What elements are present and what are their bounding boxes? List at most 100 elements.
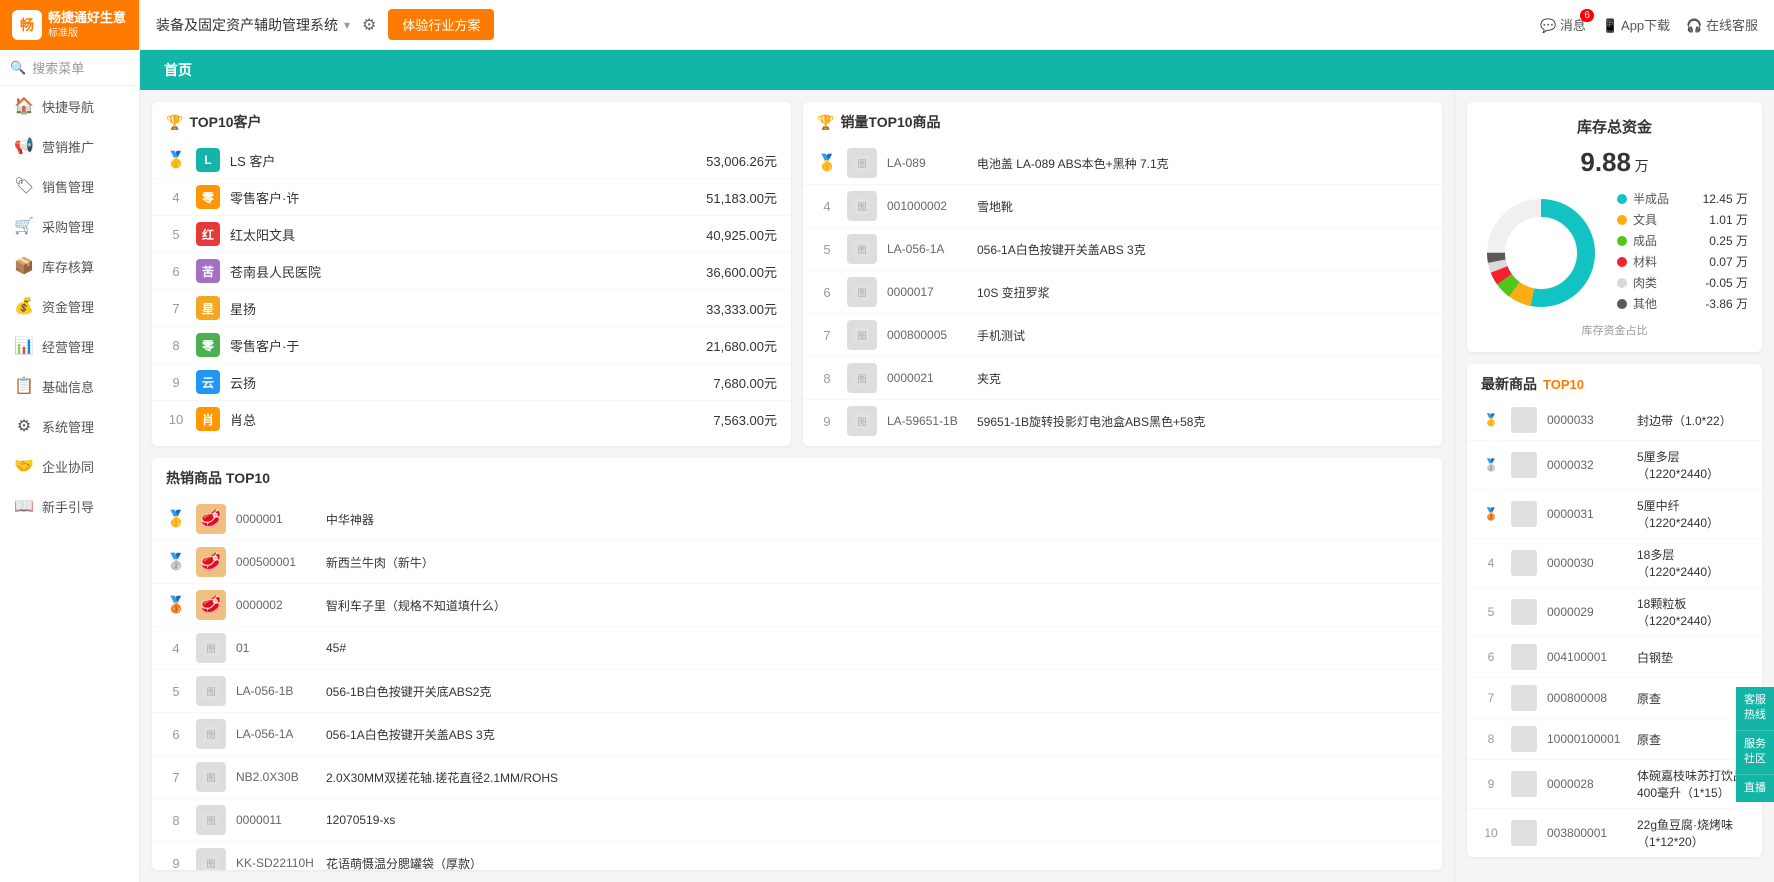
tab-home[interactable]: 首页: [156, 50, 200, 90]
customer-ranking-card: 🏆 TOP10客户 🥇 L LS 客户 53,006.26元 4 零 零售客户·…: [152, 102, 791, 446]
online-service-button[interactable]: 🎧 在线客服: [1686, 15, 1758, 34]
product-name: 花语萌慑温分腮罐袋（厚款）: [326, 855, 1428, 871]
new-product-item: 🥈 0000032 5厘多层（1220*2440）: [1467, 441, 1762, 490]
sidebar-item-base[interactable]: 📋 基础信息: [0, 366, 139, 406]
rank-number: 9: [1481, 777, 1501, 791]
search-label: 搜索菜单: [32, 58, 84, 77]
inventory-title: 库存总资金: [1481, 116, 1748, 137]
legend-value: -0.05 万: [1705, 274, 1748, 291]
sidebar-item-label: 采购管理: [42, 217, 94, 236]
cs-community-btn[interactable]: 服务社区: [1736, 731, 1774, 775]
cs-hotline-btn[interactable]: 客服热线: [1736, 687, 1774, 731]
hot-products-card: 热销商品 TOP10 🥇 🥩 0000001 中华神器 🥈 🥩 00050000…: [152, 458, 1442, 870]
sidebar-item-label: 企业协同: [42, 457, 94, 476]
message-button[interactable]: 💬 6 消息: [1540, 15, 1586, 34]
inventory-amount: 9.88: [1580, 147, 1631, 177]
product-item: 🥇 图 LA-089 电池盖 LA-089 ABS本色+黑种 7.1克: [803, 142, 1442, 185]
sidebar-item-label: 经营管理: [42, 337, 94, 356]
product-image: 🥩: [196, 590, 226, 620]
rank-number: 8: [166, 338, 186, 353]
system-name: 装备及固定资产辅助管理系统 ▾: [156, 15, 350, 35]
purchase-icon: 🛒: [14, 216, 34, 236]
product-name: 056-1B白色按键开关底ABS2克: [326, 683, 1428, 700]
sidebar-item-label: 快捷导航: [42, 97, 94, 116]
product-image: 图: [196, 676, 226, 706]
sidebar-item-purchase[interactable]: 🛒 采购管理: [0, 206, 139, 246]
rank-number: 4: [817, 199, 837, 214]
donut-svg: [1481, 193, 1601, 313]
inventory-total: 9.88 万: [1481, 147, 1748, 178]
product-item: 8 图 0000021 夹克: [803, 357, 1442, 400]
customer-ranking-header: 🏆 TOP10客户: [152, 102, 791, 138]
sidebar-item-operation[interactable]: 📊 经营管理: [0, 326, 139, 366]
cs-live-btn[interactable]: 直播: [1736, 775, 1774, 802]
product-image: 图: [196, 848, 226, 870]
sidebar-item-enterprise[interactable]: 🤝 企业协同: [0, 446, 139, 486]
product-image: 图: [847, 320, 877, 350]
logo-main: 畅捷通好生意: [48, 10, 126, 27]
product-image: 图: [847, 234, 877, 264]
customer-value: 33,333.00元: [706, 299, 777, 318]
inventory-icon: 📦: [14, 256, 34, 276]
new-product-item: 10 003800001 22g鱼豆腐·烧烤味（1*12*20）: [1467, 809, 1762, 857]
app-download-button[interactable]: 📱 App下载: [1602, 15, 1670, 34]
product-name: 12070519-xs: [326, 813, 1428, 827]
rank-number: 8: [817, 371, 837, 386]
product-image: 图: [196, 805, 226, 835]
product-name: 电池盖 LA-089 ABS本色+黑种 7.1克: [977, 155, 1428, 172]
new-product-item: 7 000800008 原查: [1467, 678, 1762, 719]
rank-number: 4: [166, 641, 186, 656]
product-code: LA-056-1A: [887, 242, 967, 256]
svg-text:图: 图: [857, 417, 866, 427]
legend-dot: [1617, 257, 1627, 267]
new-product-code: 0000031: [1547, 507, 1627, 521]
rank-number: 10: [1481, 826, 1501, 840]
new-product-name: 18多层（1220*2440）: [1637, 546, 1748, 580]
hot-product-item: 🥉 🥩 0000002 智利车子里（规格不知道填什么）: [152, 584, 1442, 627]
new-product-code: 0000033: [1547, 413, 1627, 427]
search-icon: 🔍: [10, 60, 26, 76]
logo-text: 畅捷通好生意 标准版: [48, 10, 126, 40]
ranking-item: 10 肖 肖总 7,563.00元: [152, 401, 791, 437]
rank-number: 5: [817, 242, 837, 257]
product-name: 056-1A白色按键开关盖ABS 3克: [977, 241, 1428, 258]
message-icon: 💬: [1540, 18, 1556, 33]
customer-name: 云扬: [230, 373, 703, 392]
sidebar-item-finance[interactable]: 💰 资金管理: [0, 286, 139, 326]
product-image: 🥩: [196, 504, 226, 534]
product-name: 雪地靴: [977, 198, 1428, 215]
trial-button[interactable]: 体验行业方案: [388, 9, 494, 40]
sidebar: 畅 畅捷通好生意 标准版 🔍 搜索菜单 🏠 快捷导航 📢 营销推广 🏷 销售管理…: [0, 0, 140, 882]
settings-icon[interactable]: ⚙: [362, 15, 376, 35]
rank-number: 6: [1481, 650, 1501, 664]
new-product-name: 5厘中纤（1220*2440）: [1637, 497, 1748, 531]
new-product-name: 22g鱼豆腐·烧烤味（1*12*20）: [1637, 816, 1748, 850]
legend-item: 肉类 -0.05 万: [1617, 274, 1748, 291]
sidebar-search[interactable]: 🔍 搜索菜单: [0, 50, 139, 86]
new-product-item: 6 004100001 白钢垫: [1467, 637, 1762, 678]
legend-label: 半成品: [1633, 190, 1697, 207]
marketing-icon: 📢: [14, 136, 34, 156]
system-icon: ⚙: [14, 416, 34, 436]
sidebar-item-sales[interactable]: 🏷 销售管理: [0, 166, 139, 206]
product-image: 图: [847, 277, 877, 307]
product-code: NB2.0X30B: [236, 770, 316, 784]
customer-name: 红太阳文具: [230, 225, 696, 244]
medal-icon: 🥇: [166, 509, 186, 529]
sidebar-item-quick[interactable]: 🏠 快捷导航: [0, 86, 139, 126]
new-product-name: 5厘多层（1220*2440）: [1637, 448, 1748, 482]
sidebar-item-guide[interactable]: 📖 新手引导: [0, 486, 139, 526]
new-product-image: [1511, 452, 1537, 478]
sidebar-item-inventory[interactable]: 📦 库存核算: [0, 246, 139, 286]
sidebar-item-system[interactable]: ⚙ 系统管理: [0, 406, 139, 446]
product-name: 夹克: [977, 370, 1428, 387]
svg-text:图: 图: [857, 245, 866, 255]
product-code: LA-056-1B: [236, 684, 316, 698]
sidebar-item-marketing[interactable]: 📢 营销推广: [0, 126, 139, 166]
new-product-image: [1511, 771, 1537, 797]
product-name: 手机测试: [977, 327, 1428, 344]
hot-product-item: 4 图 01 45#: [152, 627, 1442, 670]
new-product-name: 白钢垫: [1637, 649, 1748, 666]
sales-top-products-title: 销量TOP10商品: [840, 112, 940, 132]
new-product-image: [1511, 644, 1537, 670]
